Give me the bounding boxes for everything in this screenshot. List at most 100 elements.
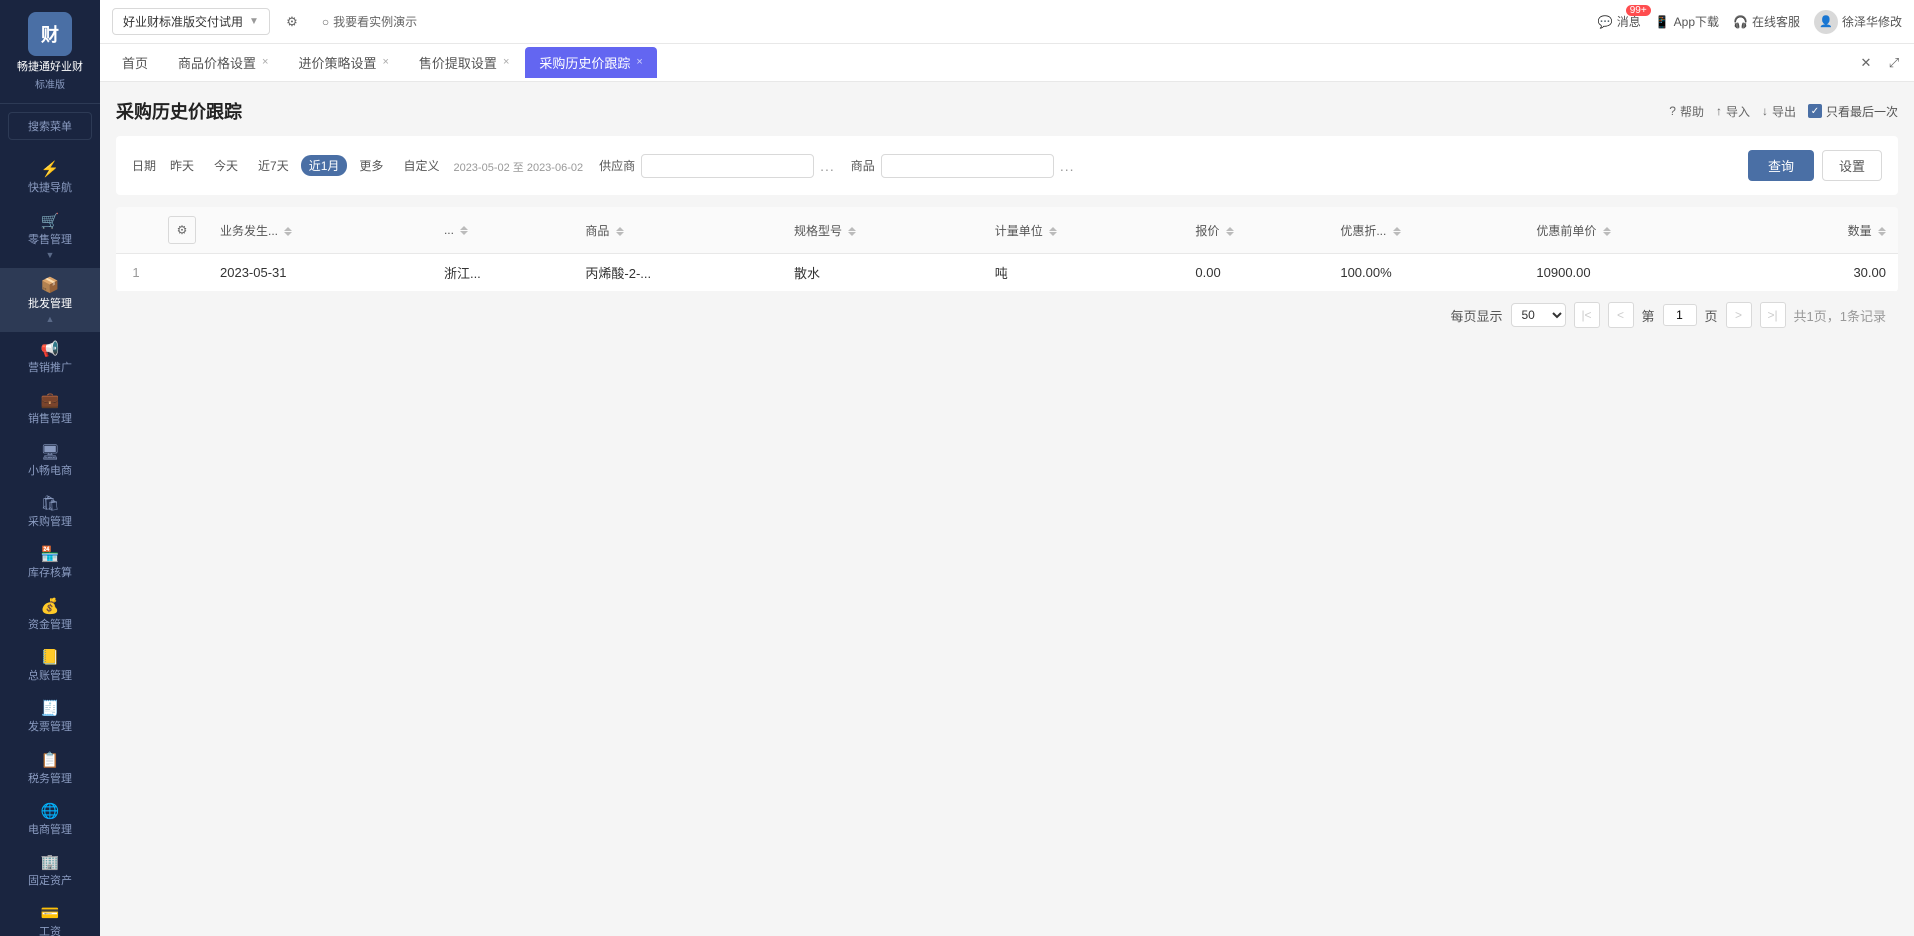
sidebar-item-inventory[interactable]: 🏪 库存核算 [0,537,100,588]
sort-arrows [1049,227,1057,236]
sidebar-item-tax[interactable]: 📋 税务管理 [0,743,100,794]
sort-arrows [1226,227,1234,236]
first-page-button[interactable]: |< [1574,302,1600,328]
sidebar-item-quick-nav[interactable]: ⚡ 快捷导航 [0,152,100,203]
row-actions [156,254,208,292]
online-service-button[interactable]: 🎧 在线客服 [1733,13,1800,30]
tab-close-icon[interactable]: × [382,57,388,68]
sort-arrows [284,227,292,236]
col-quantity-header[interactable]: 数量 [1753,207,1898,254]
col-product-header[interactable]: 商品 [573,207,782,254]
row-unit: 吨 [983,254,1184,292]
tab-strategy[interactable]: 进价策略设置 × [284,47,402,78]
quick-nav-icon: ⚡ [41,160,60,178]
sidebar-item-label: 总账管理 [28,669,72,683]
sidebar-item-purchase[interactable]: 🛍 采购管理 [0,486,100,537]
retail-icon: 🛒 [41,212,60,230]
chevron-up-icon: ▲ [46,314,55,324]
sort-arrows [1393,227,1401,236]
sidebar-item-invoice[interactable]: 🧾 发票管理 [0,691,100,742]
table-container: ⚙ 业务发生... ... [116,207,1898,292]
sidebar-item-ledger[interactable]: 📒 总账管理 [0,640,100,691]
tab-home[interactable]: 首页 [108,47,162,78]
next-page-button[interactable]: > [1726,302,1752,328]
logo-text: 畅捷通好业财 [17,60,83,74]
filter-actions: 查询 设置 [1748,150,1882,181]
import-button[interactable]: ↑ 导入 [1716,103,1750,120]
date-chip-1month[interactable]: 近1月 [301,155,348,176]
only-last-checkbox-wrap[interactable]: ✓ 只看最后一次 [1808,103,1898,120]
col-discount-header[interactable]: 优惠折... [1328,207,1524,254]
app-download-button[interactable]: 📱 App下载 [1655,13,1719,30]
per-page-select[interactable]: 50 100 200 [1511,303,1566,327]
row-num: 1 [116,254,156,292]
sidebar-item-label: 批发管理 [28,297,72,311]
col-price-header[interactable]: 报价 [1183,207,1328,254]
col-date-header[interactable]: 业务发生... [208,207,432,254]
sidebar-item-finance[interactable]: 💰 资金管理 [0,589,100,640]
tab-close-icon[interactable]: × [636,57,642,68]
date-chip-7days[interactable]: 近7天 [250,155,297,176]
product-more-icon[interactable]: ... [1060,158,1075,174]
setting-button[interactable]: 设置 [1822,150,1882,181]
export-button[interactable]: ↓ 导出 [1762,103,1796,120]
date-chip-yesterday[interactable]: 昨天 [162,155,202,176]
tab-label: 采购历史价跟踪 [539,53,630,72]
sort-arrows [1878,227,1886,236]
date-chip-custom[interactable]: 自定义 [395,155,447,176]
sidebar-item-sales[interactable]: 💼 销售管理 [0,383,100,434]
ecommerce-icon: 🌐 [41,802,60,820]
query-button[interactable]: 查询 [1748,150,1814,181]
maximize-button[interactable]: ⤢ [1882,51,1906,75]
help-button[interactable]: ? 帮助 [1669,103,1704,120]
demo-button[interactable]: ○ 我要看实例演示 [314,9,425,34]
col-spec-header[interactable]: 规格型号 [782,207,983,254]
col-gear-header: ⚙ [156,207,208,254]
sidebar-item-ecommerce[interactable]: 🌐 电商管理 [0,794,100,845]
page-number-input[interactable] [1663,304,1697,326]
purchase-icon: 🛍 [40,494,59,512]
sidebar-search-area[interactable]: 搜索菜单 [0,104,100,148]
tab-price[interactable]: 商品价格设置 × [164,47,282,78]
tab-close-icon[interactable]: × [262,57,268,68]
supplier-more-icon[interactable]: ... [820,158,835,174]
sidebar-item-wholesale[interactable]: 📦 批发管理 ▲ [0,268,100,332]
col-more-header[interactable]: ... [432,207,573,254]
sidebar-item-payroll[interactable]: 💳 工资 [0,896,100,936]
date-chip-today[interactable]: 今天 [206,155,246,176]
row-spec: 散水 [782,254,983,292]
tab-sale-extract[interactable]: 售价提取设置 × [405,47,523,78]
logo-sub: 标准版 [35,76,65,91]
sidebar-item-retail[interactable]: 🛒 零售管理 ▼ [0,204,100,268]
col-unit-header[interactable]: 计量单位 [983,207,1184,254]
user-menu-button[interactable]: 👤 徐泽华修改 [1814,10,1902,34]
date-chip-more[interactable]: 更多 [351,155,391,176]
page-label: 第 [1642,306,1655,325]
messages-button[interactable]: 💬 消息 99+ [1598,13,1641,30]
last-page-button[interactable]: >| [1760,302,1786,328]
payroll-icon: 💳 [41,904,60,922]
date-chips-group: 昨天 今天 近7天 近1月 更多 自定义 [162,155,447,176]
prev-page-button[interactable]: < [1608,302,1634,328]
topbar-settings-button[interactable]: ⚙ [278,8,306,36]
sidebar-item-label: 固定资产 [28,874,72,888]
col-before-price-header[interactable]: 优惠前单价 [1524,207,1753,254]
sidebar-item-assets[interactable]: 🏢 固定资产 [0,845,100,896]
search-menu-button[interactable]: 搜索菜单 [8,112,92,140]
only-last-label: 只看最后一次 [1826,103,1898,120]
product-input[interactable] [881,154,1054,178]
page-header: 采购历史价跟踪 ? 帮助 ↑ 导入 ↓ 导出 ✓ 只看最后一次 [116,98,1898,124]
row-price: 0.00 [1183,254,1328,292]
version-select[interactable]: 好业财标准版交付试用 ▼ [112,8,270,35]
close-tab-button[interactable]: ✕ [1854,51,1878,75]
only-last-checkbox[interactable]: ✓ [1808,104,1822,118]
sidebar-item-marketing[interactable]: 📢 营销推广 [0,332,100,383]
sidebar-item-label: 销售管理 [28,412,72,426]
column-settings-button[interactable]: ⚙ [168,216,196,244]
tab-purchase-history[interactable]: 采购历史价跟踪 × [525,47,656,78]
supplier-input[interactable] [641,154,814,178]
sidebar-item-ecommerce-small[interactable]: 🖥 小畅电商 [0,435,100,486]
page-title: 采购历史价跟踪 [116,98,242,124]
row-date: 2023-05-31 [208,254,432,292]
tab-close-icon[interactable]: × [503,57,509,68]
